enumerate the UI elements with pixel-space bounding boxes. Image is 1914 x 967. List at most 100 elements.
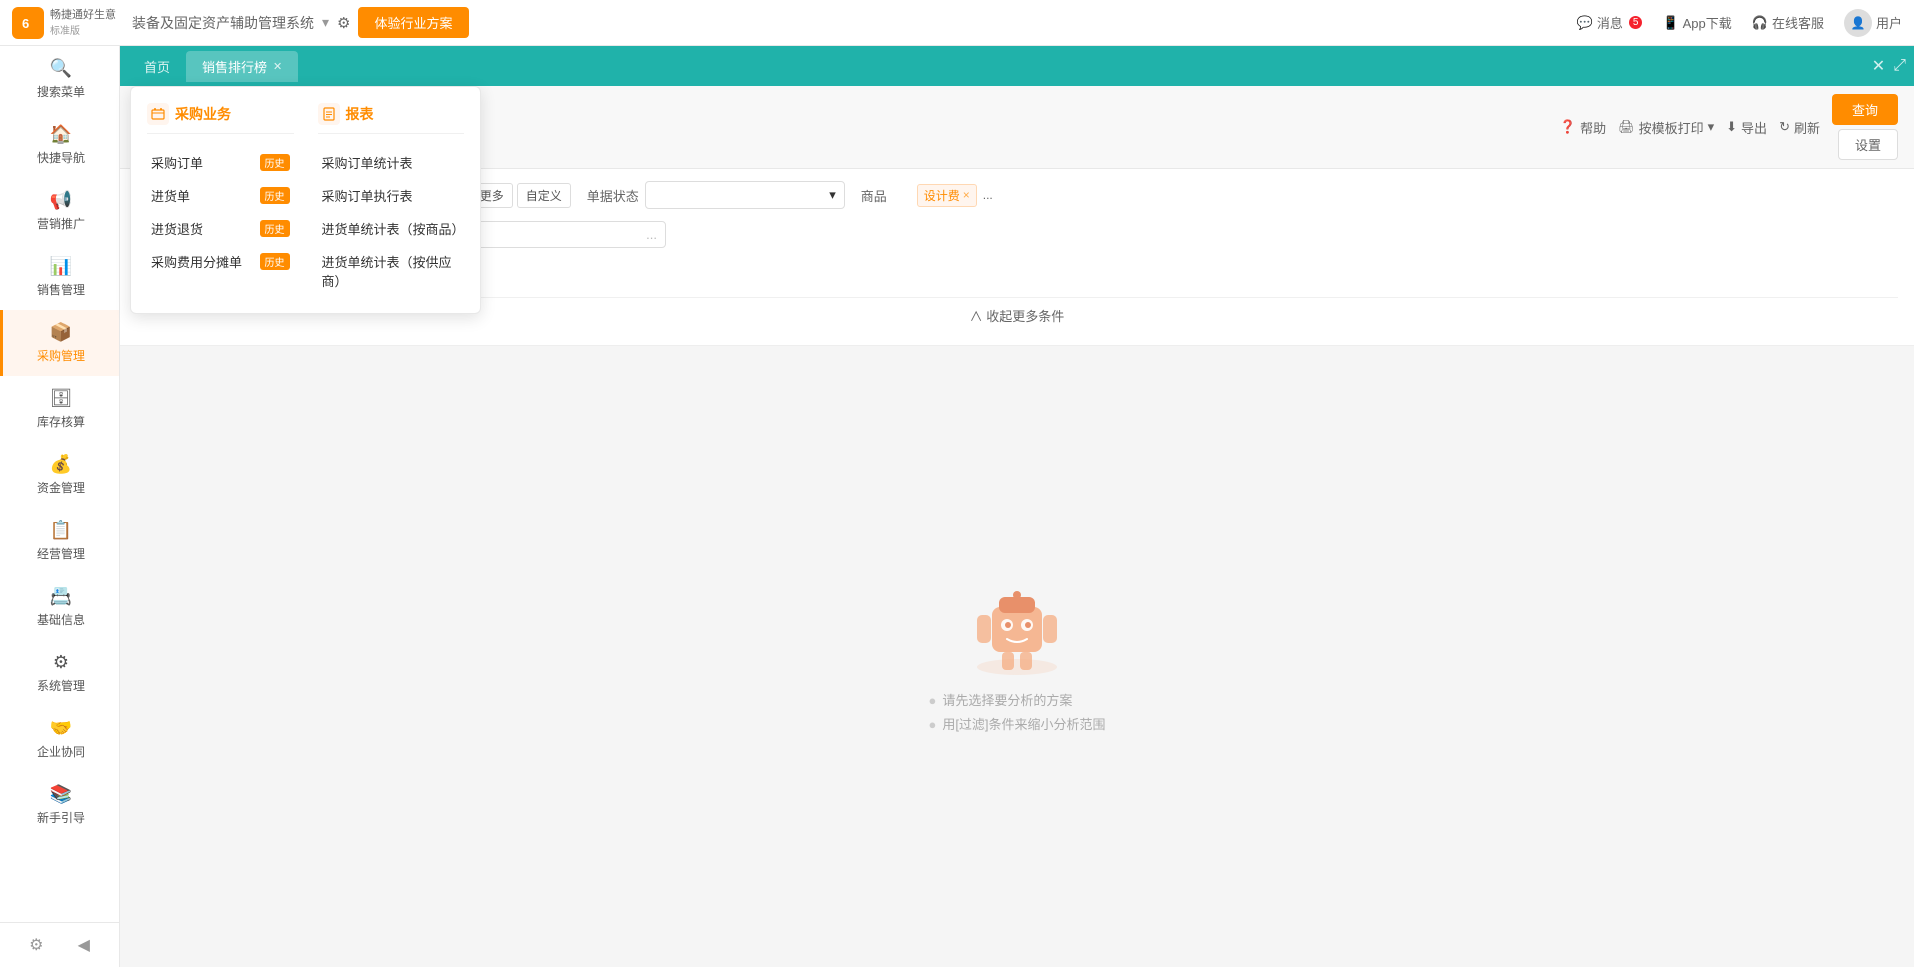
sidebar-item-basic[interactable]: 📇 基础信息 xyxy=(0,574,119,640)
refresh-icon: ↻ xyxy=(1779,119,1790,135)
tab-home[interactable]: 首页 xyxy=(128,51,186,82)
menu-item-stock-stat-goods[interactable]: 进货单统计表（按商品） xyxy=(318,212,465,245)
sidebar-item-operation[interactable]: 📋 经营管理 xyxy=(0,508,119,574)
menu-item-purchase-order-exec[interactable]: 采购订单执行表 xyxy=(318,179,465,212)
sidebar-settings-btn[interactable]: ⚙ xyxy=(29,935,43,955)
sidebar-item-enterprise[interactable]: 🤝 企业协同 xyxy=(0,706,119,772)
menu-item-stock-stat-supplier[interactable]: 进货单统计表（按供应商） xyxy=(318,245,465,297)
refresh-label: 刷新 xyxy=(1794,118,1820,137)
tab-sales-rank[interactable]: 销售排行榜 ✕ xyxy=(186,51,298,82)
expense-history: 历史 xyxy=(260,253,290,270)
top-right: 💬 消息 5 📱 App下载 🎧 在线客服 👤 用户 xyxy=(1577,9,1902,37)
empty-text: ● 请先选择要分析的方案 ● 用[过滤]条件来缩小分析范围 xyxy=(928,689,1105,736)
user-label: 用户 xyxy=(1876,13,1902,32)
menu-item-return[interactable]: 进货退货 历史 xyxy=(147,212,294,245)
sales-icon: 📊 xyxy=(50,256,72,277)
system-title: 装备及固定资产辅助管理系统 ▾ ⚙ 体验行业方案 xyxy=(132,7,1577,38)
online-service-label: 在线客服 xyxy=(1772,13,1824,32)
headset-icon: 🎧 xyxy=(1752,15,1768,31)
tab-close-all-icon[interactable]: ✕ xyxy=(1872,56,1885,76)
phone-icon: 📱 xyxy=(1662,15,1678,31)
help-label: 帮助 xyxy=(1580,118,1606,137)
salesman-more[interactable]: ... xyxy=(646,227,657,242)
sidebar-item-purchase[interactable]: 📦 采购管理 xyxy=(0,310,119,376)
sidebar-collapse-btn[interactable]: ◀ xyxy=(78,935,90,955)
sidebar-item-marketing[interactable]: 📢 营销推广 xyxy=(0,178,119,244)
purchase-order-history: 历史 xyxy=(260,154,290,171)
report-column-title: 报表 xyxy=(318,103,465,134)
sidebar-label-sales: 销售管理 xyxy=(37,281,85,298)
help-icon: ❓ xyxy=(1560,119,1576,135)
purchase-icon: 📦 xyxy=(50,322,72,343)
report-col-label: 报表 xyxy=(346,104,374,124)
refresh-btn[interactable]: ↻ 刷新 xyxy=(1779,118,1820,137)
enterprise-icon: 🤝 xyxy=(50,718,72,739)
sidebar-label-quick: 快捷导航 xyxy=(37,149,85,166)
menu-item-purchase-order[interactable]: 采购订单 历史 xyxy=(147,146,294,179)
dropdown-arrow[interactable]: ▾ xyxy=(322,14,329,31)
system-settings-icon[interactable]: ⚙ xyxy=(337,14,350,32)
doc-status-arrow: ▾ xyxy=(829,187,836,203)
sidebar-label-operation: 经营管理 xyxy=(37,545,85,562)
stock-in-label: 进货单 xyxy=(151,186,190,205)
sidebar-label-system: 系统管理 xyxy=(37,677,85,694)
stock-stat-supplier-label: 进货单统计表（按供应商） xyxy=(322,252,461,290)
purchase-order-label: 采购订单 xyxy=(151,153,203,172)
guide-icon: 📚 xyxy=(50,784,72,805)
report-column: 报表 采购订单统计表 采购订单执行表 进货单统计表（按商品） 进货单统计表（按供… xyxy=(318,103,465,297)
online-service-item[interactable]: 🎧 在线客服 xyxy=(1752,13,1824,32)
doc-status-select[interactable]: ▾ xyxy=(645,181,845,209)
user-item[interactable]: 👤 用户 xyxy=(1844,9,1902,37)
purchase-col-icon xyxy=(147,103,169,125)
system-title-text: 装备及固定资产辅助管理系统 xyxy=(132,13,314,33)
empty-tip2: 用[过滤]条件来缩小分析范围 xyxy=(942,713,1105,736)
salesman-select[interactable]: ... xyxy=(466,221,666,248)
goods-more[interactable]: ... xyxy=(983,188,993,202)
purchase-order-exec-label: 采购订单执行表 xyxy=(322,186,413,205)
sidebar-item-quick[interactable]: 🏠 快捷导航 xyxy=(0,112,119,178)
sidebar-label-basic: 基础信息 xyxy=(37,611,85,628)
purchase-col-label: 采购业务 xyxy=(175,104,231,124)
menu-item-expense[interactable]: 采购费用分摊单 历史 xyxy=(147,245,294,278)
tab-expand-icon[interactable]: ⤢ xyxy=(1893,57,1906,75)
logo-area: 6 畅捷通好生意 标准版 xyxy=(12,7,132,39)
stock-stat-goods-label: 进货单统计表（按商品） xyxy=(322,219,461,238)
menu-item-stock-in[interactable]: 进货单 历史 xyxy=(147,179,294,212)
query-button[interactable]: 查询 xyxy=(1832,94,1898,125)
tab-close-icon[interactable]: ✕ xyxy=(273,60,282,73)
sidebar-item-search[interactable]: 🔍 搜索菜单 xyxy=(0,46,119,112)
help-btn[interactable]: ❓ 帮助 xyxy=(1560,118,1606,137)
message-icon: 💬 xyxy=(1577,15,1593,31)
home-icon: 🏠 xyxy=(50,124,72,145)
empty-dot-2: ● xyxy=(928,713,936,736)
app-download-label: App下载 xyxy=(1683,13,1732,32)
goods-tag-close[interactable]: × xyxy=(963,188,970,202)
export-btn[interactable]: ⬇ 导出 xyxy=(1726,118,1767,137)
logo-text: 畅捷通好生意 xyxy=(50,8,116,22)
message-item[interactable]: 💬 消息 5 xyxy=(1577,13,1643,32)
print-btn[interactable]: 🖨 按模板打印 ▾ xyxy=(1618,118,1714,137)
sidebar-item-guide[interactable]: 📚 新手引导 xyxy=(0,772,119,838)
basic-icon: 📇 xyxy=(50,586,72,607)
sidebar: 🔍 搜索菜单 🏠 快捷导航 📢 营销推广 📊 销售管理 📦 采购管理 🗄 库存核… xyxy=(0,46,120,967)
sidebar-item-capital[interactable]: 💰 资金管理 xyxy=(0,442,119,508)
sidebar-item-system[interactable]: ⚙ 系统管理 xyxy=(0,640,119,706)
doc-status-filter: 单据状态 ▾ xyxy=(587,181,845,209)
logo-sub: 标准版 xyxy=(50,22,116,37)
settings-button[interactable]: 设置 xyxy=(1838,129,1898,160)
sidebar-label-marketing: 营销推广 xyxy=(37,215,85,232)
sidebar-item-sales[interactable]: 📊 销售管理 xyxy=(0,244,119,310)
quick-date-custom[interactable]: 自定义 xyxy=(517,183,571,208)
sidebar-label-capital: 资金管理 xyxy=(37,479,85,496)
expense-label: 采购费用分摊单 xyxy=(151,252,242,271)
empty-dot-1: ● xyxy=(928,689,936,712)
print-icon: 🖨 xyxy=(1618,119,1635,135)
purchase-column-title: 采购业务 xyxy=(147,103,294,134)
search-icon: 🔍 xyxy=(50,58,72,79)
trial-button[interactable]: 体验行业方案 xyxy=(358,7,468,38)
export-label: 导出 xyxy=(1741,118,1767,137)
sidebar-item-inventory[interactable]: 🗄 库存核算 xyxy=(0,376,119,442)
menu-item-purchase-order-stat[interactable]: 采购订单统计表 xyxy=(318,146,465,179)
app-download-item[interactable]: 📱 App下载 xyxy=(1662,13,1731,32)
sidebar-label-inventory: 库存核算 xyxy=(37,413,85,430)
